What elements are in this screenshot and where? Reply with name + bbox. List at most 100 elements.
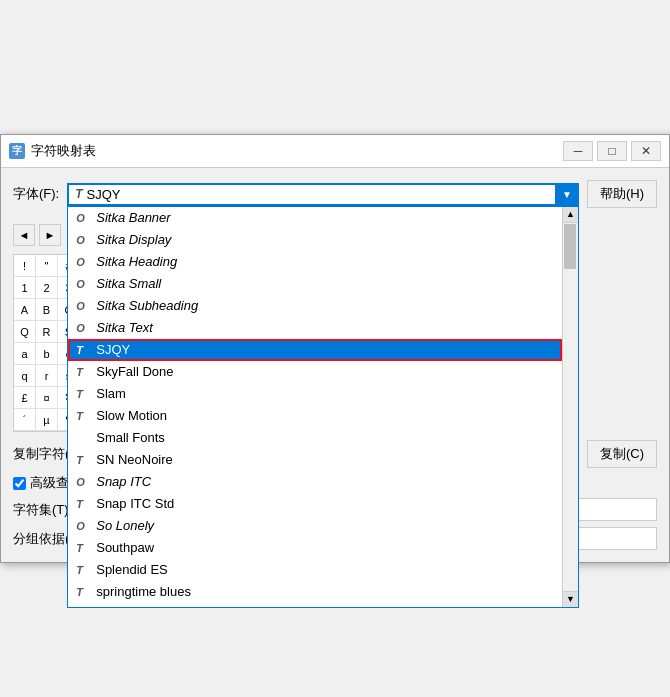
window-title: 字符映射表 (31, 142, 563, 160)
font-name: Southpaw (96, 540, 154, 555)
scrollbar-down-arrow[interactable]: ▼ (563, 591, 578, 607)
character-map-window: 字 字符映射表 ─ □ ✕ 字体(F): T SJQY ▼ OSit (0, 134, 670, 563)
char-cell[interactable]: ´ (14, 409, 36, 431)
dropdown-scroll-area[interactable]: O Sitka Banner O Sitka Display O Sitka Headin… (68, 207, 562, 607)
dropdown-scrollbar: ▲ ▼ (562, 207, 578, 607)
char-cell[interactable]: 2 (36, 277, 58, 299)
font-type-icon: O (76, 212, 90, 224)
char-cell[interactable]: b (36, 343, 58, 365)
font-name: Slam (96, 386, 126, 401)
dropdown-item[interactable]: T Slam (68, 383, 562, 405)
font-name: Sitka Display (96, 232, 171, 247)
window-controls: ─ □ ✕ (563, 141, 661, 161)
font-type-icon: O (76, 278, 90, 290)
dropdown-item[interactable]: O Snap ITC (68, 471, 562, 493)
font-value: SJQY (87, 187, 121, 202)
font-type-icon: O (76, 520, 90, 532)
char-cell[interactable]: £ (14, 387, 36, 409)
font-name: SN NeoNoire (96, 452, 173, 467)
font-name: springtime blues (96, 584, 191, 599)
char-cell[interactable]: q (14, 365, 36, 387)
font-name: Snap ITC (96, 474, 151, 489)
font-type-icon: T (76, 564, 90, 576)
dropdown-item[interactable]: Tspringtime blues (68, 581, 562, 603)
font-icon: T (75, 187, 82, 201)
charset-label: 字符集(T): (13, 501, 72, 519)
font-name: Slow Motion (96, 408, 167, 423)
font-type-icon: O (76, 322, 90, 334)
font-type-icon: T (76, 344, 90, 356)
dropdown-arrow-button[interactable]: ▼ (555, 183, 579, 206)
dropdown-item[interactable]: T Southpaw (68, 537, 562, 559)
font-name: Sitka Heading (96, 254, 177, 269)
char-cell[interactable]: " (36, 255, 58, 277)
app-icon: 字 (9, 143, 25, 159)
help-button[interactable]: 帮助(H) (587, 180, 657, 208)
font-type-icon: O (76, 476, 90, 488)
font-type-icon: T (76, 542, 90, 554)
nav-prev-button[interactable]: ◄ (13, 224, 35, 246)
char-cell[interactable]: r (36, 365, 58, 387)
dropdown-item[interactable]: Small Fonts (68, 427, 562, 449)
unicode-input[interactable] (577, 527, 657, 550)
font-name: Sitka Banner (96, 210, 170, 225)
scrollbar-up-arrow[interactable]: ▲ (563, 207, 578, 223)
advanced-checkbox[interactable] (13, 477, 26, 490)
font-dropdown-list: O Sitka Banner O Sitka Display O Sitka Headin… (67, 206, 579, 608)
dropdown-item[interactable]: T SkyFall Done (68, 361, 562, 383)
font-type-icon: T (76, 388, 90, 400)
font-type-icon: O (76, 234, 90, 246)
font-row: 字体(F): T SJQY ▼ OSitka BannerOSitka Disp… (13, 180, 657, 208)
dropdown-item[interactable]: T Slow Motion (68, 405, 562, 427)
font-name: Sitka Text (96, 320, 153, 335)
dropdown-item[interactable]: O So Lonely (68, 515, 562, 537)
dropdown-item[interactable]: T SJQY (68, 339, 562, 361)
font-name: Sitka Small (96, 276, 161, 291)
nav-next-button[interactable]: ► (39, 224, 61, 246)
char-cell[interactable]: A (14, 299, 36, 321)
char-cell[interactable]: 1 (14, 277, 36, 299)
font-name: Small Fonts (96, 430, 165, 445)
char-cell[interactable]: ¤ (36, 387, 58, 409)
font-type-icon: T (76, 586, 90, 598)
title-bar: 字 字符映射表 ─ □ ✕ (1, 135, 669, 168)
char-cell[interactable]: R (36, 321, 58, 343)
dropdown-item[interactable]: O Sitka Banner (68, 207, 562, 229)
font-type-icon: T (76, 454, 90, 466)
font-dropdown-container: T SJQY ▼ OSitka BannerOSitka DisplayOSit… (67, 183, 579, 206)
dropdown-item[interactable]: O Sitka Text (68, 317, 562, 339)
char-cell[interactable]: B (36, 299, 58, 321)
font-name: Snap ITC Std (96, 496, 174, 511)
font-name: So Lonely (96, 518, 154, 533)
char-cell[interactable]: µ (36, 409, 58, 431)
font-name: Splendid ES (96, 562, 168, 577)
font-type-icon: O (76, 256, 90, 268)
copy-button[interactable]: 复制(C) (587, 440, 657, 468)
font-name: SJQY (96, 342, 130, 357)
dropdown-item[interactable]: TStaccato222 BT (68, 603, 562, 607)
close-button[interactable]: ✕ (631, 141, 661, 161)
font-name: SkyFall Done (96, 364, 173, 379)
minimize-button[interactable]: ─ (563, 141, 593, 161)
dropdown-item[interactable]: T SN NeoNoire (68, 449, 562, 471)
font-type-icon: T (76, 498, 90, 510)
font-name: Staccato222 BT (96, 606, 189, 607)
dropdown-item[interactable]: T Splendid ES (68, 559, 562, 581)
maximize-button[interactable]: □ (597, 141, 627, 161)
char-cell[interactable]: ! (14, 255, 36, 277)
dropdown-item[interactable]: O Sitka Subheading (68, 295, 562, 317)
dropdown-item[interactable]: T Snap ITC Std (68, 493, 562, 515)
scrollbar-thumb[interactable] (564, 224, 576, 269)
dropdown-item[interactable]: O Sitka Heading (68, 251, 562, 273)
font-type-icon: T (76, 410, 90, 422)
char-cell[interactable]: Q (14, 321, 36, 343)
dropdown-item[interactable]: O Sitka Display (68, 229, 562, 251)
dropdown-item[interactable]: O Sitka Small (68, 273, 562, 295)
font-selector[interactable]: T SJQY (67, 183, 579, 206)
char-cell[interactable]: a (14, 343, 36, 365)
font-name: Sitka Subheading (96, 298, 198, 313)
font-label: 字体(F): (13, 185, 59, 203)
font-type-icon: T (76, 366, 90, 378)
main-content: 字体(F): T SJQY ▼ OSitka BannerOSitka Disp… (1, 168, 669, 562)
font-type-icon: O (76, 300, 90, 312)
